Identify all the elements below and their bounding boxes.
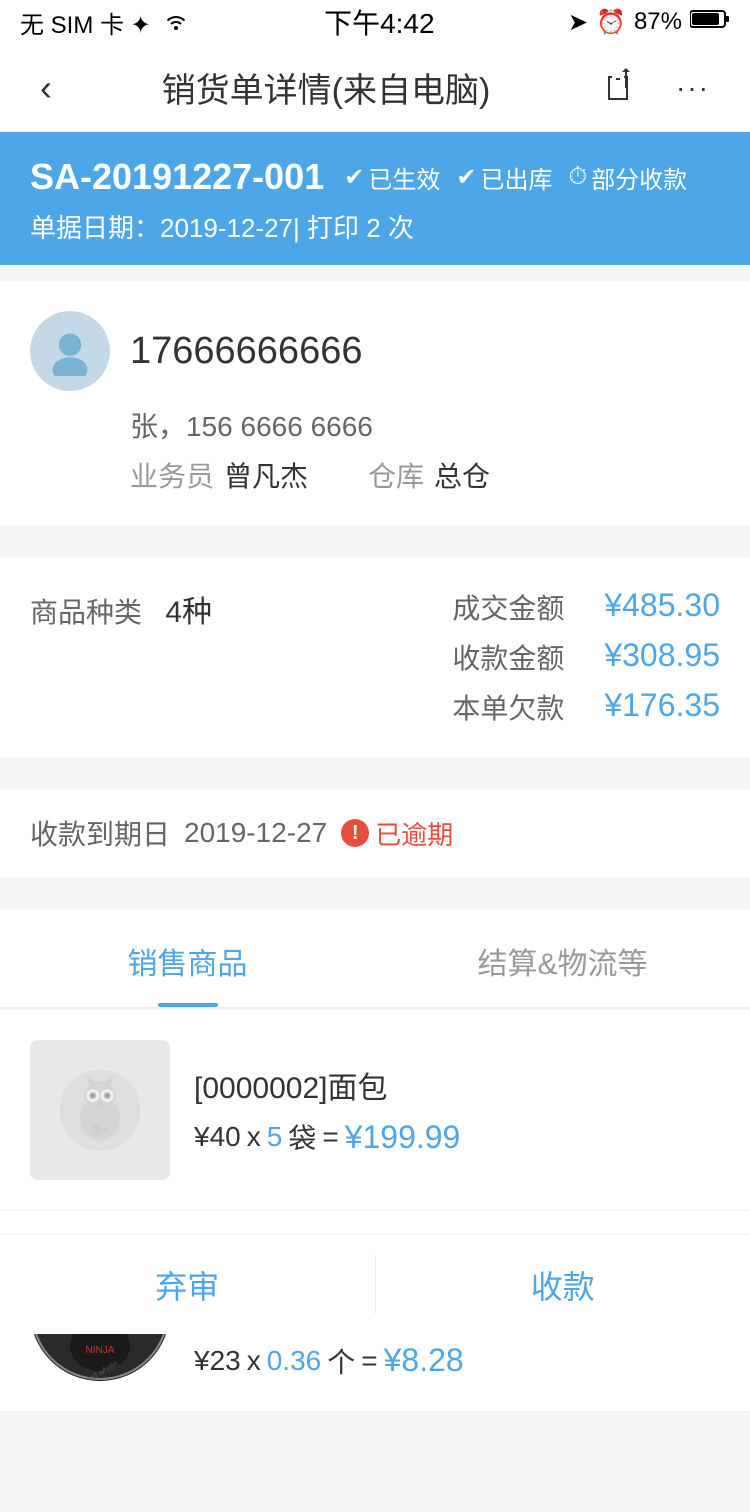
back-button[interactable]: ‹ bbox=[30, 57, 62, 119]
status-bar-time: 下午4:42 bbox=[324, 2, 435, 42]
customer-meta: 业务员 曾凡杰 仓库 总仓 bbox=[30, 455, 720, 495]
divider-2 bbox=[0, 757, 750, 773]
salesperson-name: 曾凡杰 bbox=[224, 455, 308, 495]
product-qty-1: 5 bbox=[267, 1121, 283, 1153]
location-icon: ➤ bbox=[568, 8, 588, 37]
debt-label: 本单欠款 bbox=[452, 687, 564, 727]
bottom-bar: 弃审 收款 bbox=[0, 1234, 750, 1334]
stats-section: 商品种类 4种 成交金额 ¥485.30 收款金额 ¥308.95 本单欠款 ¥… bbox=[0, 557, 750, 757]
order-date-info: 单据日期：2019-12-27| 打印 2 次 bbox=[30, 208, 720, 245]
product-name-1: [0000002]面包 bbox=[194, 1063, 720, 1107]
due-date-value: 2019-12-27 bbox=[184, 817, 327, 849]
due-date-section: 收款到期日 2019-12-27 ! 已逾期 bbox=[0, 789, 750, 877]
product-total-2: ¥8.28 bbox=[384, 1342, 464, 1379]
product-price-2: ¥23 x 0.36 个 = ¥8.28 bbox=[194, 1341, 720, 1381]
svg-text:鱼+: 鱼+ bbox=[91, 1123, 108, 1136]
status-tags: ✔ 已生效 ✔ 已出库 ⏱ 部分收款 bbox=[344, 160, 687, 195]
status-active: ✔ 已生效 bbox=[344, 160, 440, 195]
cancel-audit-button[interactable]: 弃审 bbox=[0, 1235, 375, 1334]
check-icon-1: ✔ bbox=[344, 163, 364, 192]
status-bar-right: ➤ ⏰ 87% bbox=[568, 8, 730, 37]
status-bar: 无 SIM 卡 ✦ 下午4:42 ➤ ⏰ 87% bbox=[0, 0, 750, 44]
collect-payment-button[interactable]: 收款 bbox=[376, 1235, 750, 1334]
alarm-icon: ⏰ bbox=[596, 8, 626, 37]
battery-icon bbox=[690, 8, 730, 37]
due-date-label: 收款到期日 bbox=[30, 813, 170, 853]
nav-bar: ‹ 销货单详情(来自电脑) ··· bbox=[0, 44, 750, 132]
overdue-text: 已逾期 bbox=[375, 815, 453, 852]
category-value: 4种 bbox=[165, 596, 212, 629]
products-section: 鱼+ [0000002]面包 ¥40 x 5 袋 = ¥199.99 bbox=[0, 1010, 750, 1412]
salesperson-info: 业务员 曾凡杰 bbox=[130, 455, 308, 495]
amount-stats: 成交金额 ¥485.30 收款金额 ¥308.95 本单欠款 ¥176.35 bbox=[452, 587, 720, 727]
product-qty-2: 0.36 bbox=[267, 1345, 322, 1377]
clock-icon: ⏱ bbox=[568, 163, 587, 191]
received-label: 收款金额 bbox=[452, 637, 564, 677]
product-info-1: [0000002]面包 ¥40 x 5 袋 = ¥199.99 bbox=[194, 1063, 720, 1157]
tab-products[interactable]: 销售商品 bbox=[0, 909, 375, 1007]
received-value: ¥308.95 bbox=[604, 637, 720, 677]
deal-amount-row: 成交金额 ¥485.30 bbox=[452, 587, 720, 627]
status-shipped: ✔ 已出库 bbox=[456, 160, 552, 195]
nav-actions: ··· bbox=[590, 56, 720, 120]
overdue-badge: ! 已逾期 bbox=[341, 815, 453, 852]
divider-3 bbox=[0, 877, 750, 893]
warehouse-label: 仓库 bbox=[368, 455, 424, 495]
battery-text: 87% bbox=[634, 8, 682, 36]
header-banner: SA-20191227-001 ✔ 已生效 ✔ 已出库 ⏱ 部分收款 单据日期：… bbox=[0, 132, 750, 265]
overdue-icon: ! bbox=[341, 819, 369, 847]
customer-section: 17666666666 张，156 6666 6666 业务员 曾凡杰 仓库 总… bbox=[0, 281, 750, 525]
share-icon[interactable] bbox=[590, 56, 646, 120]
deal-amount-value: ¥485.30 bbox=[604, 587, 720, 627]
category-label: 商品种类 bbox=[30, 597, 142, 628]
customer-contact: 张，156 6666 6666 bbox=[30, 405, 720, 445]
product-category-stats: 商品种类 4种 bbox=[30, 587, 212, 631]
deal-amount-label: 成交金额 bbox=[452, 587, 564, 627]
svg-text:NINJA: NINJA bbox=[86, 1345, 115, 1356]
sim-text: 无 SIM 卡 ✦ bbox=[20, 5, 151, 40]
tabs-section: 销售商品 结算&物流等 bbox=[0, 909, 750, 1008]
divider-1 bbox=[0, 525, 750, 541]
customer-avatar bbox=[30, 311, 110, 391]
product-total-1: ¥199.99 bbox=[345, 1119, 461, 1156]
received-row: 收款金额 ¥308.95 bbox=[452, 637, 720, 677]
product-item-1: 鱼+ [0000002]面包 ¥40 x 5 袋 = ¥199.99 bbox=[0, 1010, 750, 1211]
page-title: 销货单详情(来自电脑) bbox=[162, 63, 491, 112]
debt-row: 本单欠款 ¥176.35 bbox=[452, 687, 720, 727]
wifi-icon bbox=[161, 8, 191, 37]
status-partial-payment: ⏱ 部分收款 bbox=[568, 160, 687, 195]
order-id: SA-20191227-001 bbox=[30, 156, 324, 198]
product-price-1: ¥40 x 5 袋 = ¥199.99 bbox=[194, 1117, 720, 1157]
customer-phone: 17666666666 bbox=[130, 330, 362, 373]
more-icon[interactable]: ··· bbox=[666, 62, 720, 114]
salesperson-label: 业务员 bbox=[130, 455, 214, 495]
debt-value: ¥176.35 bbox=[604, 687, 720, 727]
warehouse-info: 仓库 总仓 bbox=[368, 455, 490, 495]
check-icon-2: ✔ bbox=[456, 163, 476, 192]
warehouse-name: 总仓 bbox=[434, 455, 490, 495]
status-bar-left: 无 SIM 卡 ✦ bbox=[20, 5, 191, 40]
bottom-spacer bbox=[0, 1412, 750, 1512]
product-image-1: 鱼+ bbox=[30, 1040, 170, 1180]
tab-settlement[interactable]: 结算&物流等 bbox=[375, 909, 750, 1007]
